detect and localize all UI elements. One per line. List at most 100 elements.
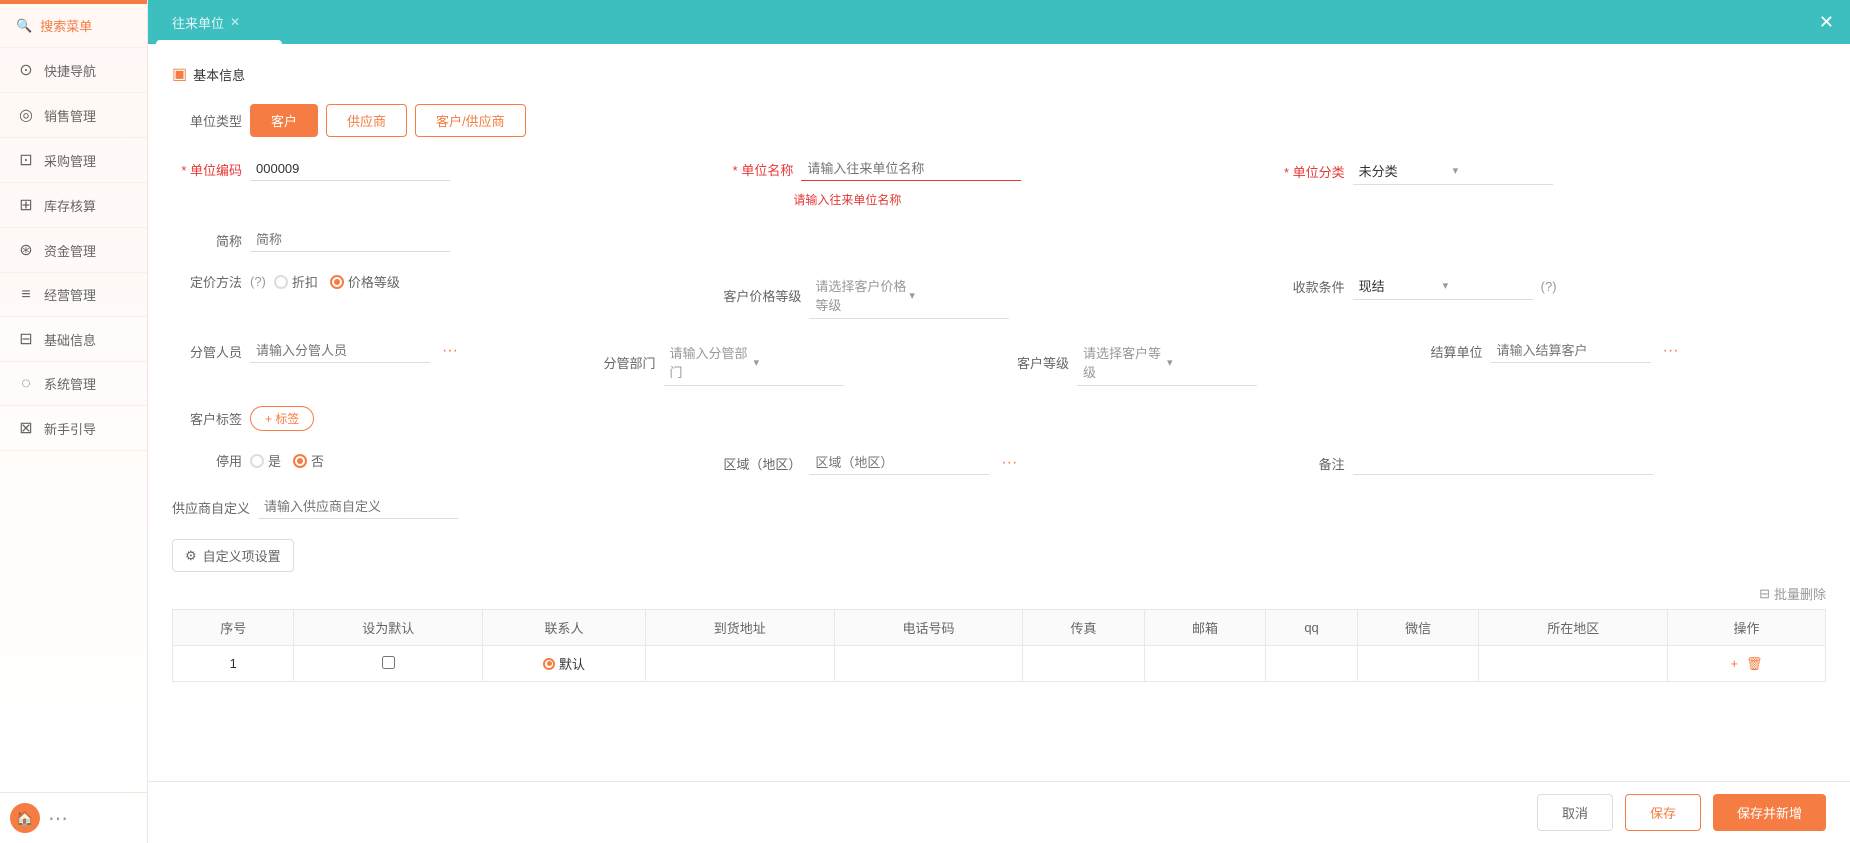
table-column-header: 操作 bbox=[1668, 610, 1826, 646]
disabled-row: 停用 是 否 区域（地区） ··· bbox=[172, 451, 1826, 475]
manager-label: 分管人员 bbox=[172, 342, 242, 361]
sidebar: 🔍 搜索菜单 ⊙快捷导航◎销售管理⊡采购管理⊞库存核算⊛资金管理≡经营管理⊟基础… bbox=[0, 0, 148, 843]
unit-category-label: * 单位分类 bbox=[1275, 162, 1345, 181]
sidebar-item-basic-info[interactable]: ⊟基础信息 bbox=[0, 317, 147, 362]
area-input[interactable] bbox=[809, 451, 989, 475]
row-cell-9[interactable] bbox=[1479, 646, 1668, 682]
contacts-table: 序号设为默认联系人到货地址电话号码传真邮箱qq微信所在地区操作 1 默认 + 🗑 bbox=[172, 609, 1826, 682]
row-seq: 1 bbox=[173, 646, 294, 682]
window-close-button[interactable]: ✕ bbox=[1811, 8, 1842, 37]
payment-help-icon[interactable]: (?) bbox=[1541, 279, 1557, 294]
abbr-input[interactable] bbox=[250, 228, 450, 252]
row-cell-6[interactable] bbox=[1144, 646, 1265, 682]
abbr-field: 简称 bbox=[172, 228, 1826, 252]
unit-type-field: 单位类型 客户 供应商 客户/供应商 bbox=[172, 104, 1826, 137]
payment-terms-label: 收款条件 bbox=[1275, 277, 1345, 296]
unit-code-input[interactable] bbox=[250, 157, 450, 181]
row-default-cell[interactable]: 默认 bbox=[483, 646, 646, 682]
no-radio-circle bbox=[293, 454, 307, 468]
table-header: 序号设为默认联系人到货地址电话号码传真邮箱qq微信所在地区操作 bbox=[173, 610, 1826, 646]
type-both-button[interactable]: 客户/供应商 bbox=[415, 104, 526, 137]
notes-input[interactable] bbox=[1353, 451, 1653, 475]
unit-name-label: * 单位名称 bbox=[723, 160, 793, 179]
sidebar-item-finance[interactable]: ⊛资金管理 bbox=[0, 228, 147, 273]
add-row-icon[interactable]: + bbox=[1730, 656, 1738, 671]
search-menu-label: 搜索菜单 bbox=[40, 16, 92, 35]
table-column-header: qq bbox=[1266, 610, 1358, 646]
tab-partners[interactable]: 往来单位✕ bbox=[156, 5, 282, 40]
table-column-header: 传真 bbox=[1023, 610, 1144, 646]
custom-settings-button[interactable]: ⚙ 自定义项设置 bbox=[172, 539, 294, 572]
manager-input[interactable] bbox=[250, 339, 430, 363]
sidebar-item-quick-nav[interactable]: ⊙快捷导航 bbox=[0, 48, 147, 93]
sidebar-label-guide: 新手引导 bbox=[44, 419, 96, 438]
search-menu-item[interactable]: 🔍 搜索菜单 bbox=[0, 4, 147, 48]
batch-delete-label[interactable]: 批量删除 bbox=[1774, 584, 1826, 603]
discount-radio-circle bbox=[274, 275, 288, 289]
manager-more-icon[interactable]: ··· bbox=[438, 342, 462, 360]
type-supplier-button[interactable]: 供应商 bbox=[326, 104, 407, 137]
add-tag-button[interactable]: + 标签 bbox=[250, 406, 314, 431]
customer-price-field: 客户价格等级 请选择客户价格等级 ▾ bbox=[723, 272, 1274, 319]
tag-label: 客户标签 bbox=[172, 409, 242, 428]
pricing-discount-radio[interactable]: 折扣 bbox=[274, 272, 318, 291]
row-cell-5[interactable] bbox=[1023, 646, 1144, 682]
area-field: 区域（地区） ··· bbox=[723, 451, 1274, 475]
sidebar-item-purchase[interactable]: ⊡采购管理 bbox=[0, 138, 147, 183]
settlement-input[interactable] bbox=[1491, 339, 1651, 363]
unit-name-input[interactable] bbox=[801, 157, 1021, 181]
customer-level-label: 客户等级 bbox=[999, 353, 1069, 372]
table-body: 1 默认 + 🗑 bbox=[173, 646, 1826, 682]
disabled-label: 停用 bbox=[172, 451, 242, 470]
payment-terms-select[interactable]: 现结 ▾ bbox=[1353, 272, 1533, 300]
save-new-button[interactable]: 保存并新增 bbox=[1713, 794, 1826, 831]
home-footer-icon[interactable]: 🏠 bbox=[10, 803, 40, 833]
sidebar-item-sales[interactable]: ◎销售管理 bbox=[0, 93, 147, 138]
customer-price-select[interactable]: 请选择客户价格等级 ▾ bbox=[809, 272, 1009, 319]
delete-row-icon[interactable]: 🗑 bbox=[1746, 656, 1763, 671]
sidebar-item-system[interactable]: ◌系统管理 bbox=[0, 362, 147, 406]
pricing-level-radio[interactable]: 价格等级 bbox=[330, 272, 400, 291]
section-header: ▣ 基本信息 bbox=[172, 64, 1826, 84]
no-label: 否 bbox=[311, 451, 324, 470]
table-column-header: 所在地区 bbox=[1479, 610, 1668, 646]
abbr-row: 简称 bbox=[172, 228, 1826, 252]
row-cell-8[interactable] bbox=[1357, 646, 1478, 682]
sidebar-item-operations[interactable]: ≡经营管理 bbox=[0, 273, 147, 317]
sidebar-icon-sales: ◎ bbox=[16, 105, 36, 125]
unit-category-select[interactable]: 未分类 ▾ bbox=[1353, 157, 1553, 185]
sidebar-item-inventory[interactable]: ⊞库存核算 bbox=[0, 183, 147, 228]
pricing-help-icon[interactable]: (?) bbox=[250, 274, 266, 289]
table-column-header: 电话号码 bbox=[834, 610, 1023, 646]
type-customer-button[interactable]: 客户 bbox=[250, 104, 318, 137]
settlement-more-icon[interactable]: ··· bbox=[1659, 342, 1683, 360]
customer-price-chevron-icon: ▾ bbox=[909, 289, 1003, 302]
row-checkbox-cell[interactable] bbox=[294, 646, 483, 682]
save-button[interactable]: 保存 bbox=[1625, 794, 1701, 831]
customer-level-select[interactable]: 请选择客户等级 ▾ bbox=[1077, 339, 1257, 386]
department-select[interactable]: 请输入分管部门 ▾ bbox=[664, 339, 844, 386]
cancel-button[interactable]: 取消 bbox=[1537, 794, 1613, 831]
sidebar-nav: ⊙快捷导航◎销售管理⊡采购管理⊞库存核算⊛资金管理≡经营管理⊟基础信息◌系统管理… bbox=[0, 48, 147, 451]
customer-price-label: 客户价格等级 bbox=[723, 286, 801, 305]
supplier-custom-input[interactable] bbox=[258, 495, 458, 519]
row-cell-3[interactable] bbox=[645, 646, 834, 682]
unit-name-error: 请输入往来单位名称 bbox=[793, 191, 901, 208]
tab-close-partners[interactable]: ✕ bbox=[230, 15, 240, 29]
sidebar-icon-operations: ≡ bbox=[16, 286, 36, 304]
row-cell-7[interactable] bbox=[1266, 646, 1358, 682]
department-label: 分管部门 bbox=[586, 353, 656, 372]
department-chevron-icon: ▾ bbox=[754, 356, 838, 369]
disabled-yes-radio[interactable]: 是 bbox=[250, 451, 281, 470]
sidebar-icon-inventory: ⊞ bbox=[16, 195, 36, 215]
abbr-label: 简称 bbox=[172, 231, 242, 250]
sidebar-item-guide[interactable]: ⊠新手引导 bbox=[0, 406, 147, 451]
row-checkbox[interactable] bbox=[382, 656, 395, 669]
area-more-icon[interactable]: ··· bbox=[997, 454, 1021, 472]
tab-home[interactable]: 首页 bbox=[156, 0, 282, 5]
level-radio-circle bbox=[330, 275, 344, 289]
disabled-no-radio[interactable]: 否 bbox=[293, 451, 324, 470]
row-cell-4[interactable] bbox=[834, 646, 1023, 682]
batch-delete-section: ⊟ 批量删除 bbox=[172, 584, 1826, 603]
sidebar-footer-dots[interactable]: ⋯ bbox=[48, 806, 68, 831]
